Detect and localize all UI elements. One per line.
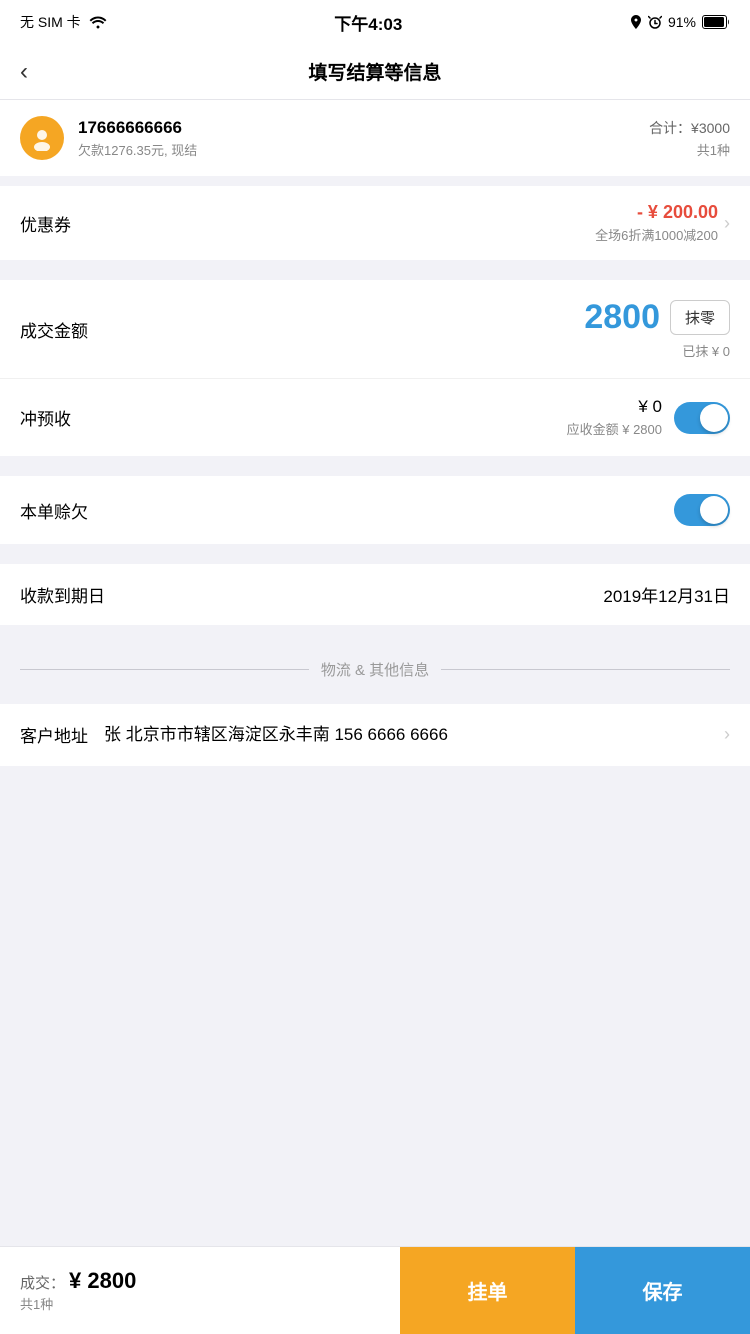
separator-1 <box>0 270 750 280</box>
content-area: 17666666666 欠款1276.35元, 现结 合计：¥3000 共1种 … <box>0 100 750 1016</box>
logistics-divider: 物流 & 其他信息 <box>0 645 750 694</box>
back-button[interactable]: ‹ <box>20 58 28 86</box>
total-count: 共1种 <box>649 140 730 159</box>
bottom-deal-amount: ¥ 2800 <box>69 1268 136 1294</box>
trans-amount-value: 2800 <box>584 298 660 337</box>
divider-line-left <box>20 669 309 670</box>
page-title: 填写结算等信息 <box>308 58 441 85</box>
bottom-count: 共1种 <box>20 1294 380 1313</box>
location-icon <box>630 15 642 29</box>
date-section: 收款到期日 2019年12月31日 <box>0 564 750 625</box>
save-button[interactable]: 保存 <box>575 1247 750 1334</box>
due-date-row: 收款到期日 2019年12月31日 <box>0 564 750 625</box>
divider-line-right <box>441 669 730 670</box>
coupon-label: 优惠券 <box>20 211 71 236</box>
trans-amount-label: 成交金额 <box>20 317 88 342</box>
debt-label: 本单赊欠 <box>20 498 88 523</box>
separator-4 <box>0 635 750 645</box>
separator-5 <box>0 694 750 704</box>
due-date-label: 收款到期日 <box>20 582 105 607</box>
trans-amount-row: 成交金额 2800 抹零 已抹 ¥ 0 <box>0 280 750 378</box>
avatar <box>20 116 64 160</box>
separator-2 <box>0 466 750 476</box>
alarm-icon <box>648 15 662 29</box>
logistics-divider-text: 物流 & 其他信息 <box>309 659 441 680</box>
trans-amount-sub: 已抹 ¥ 0 <box>584 341 730 360</box>
coupon-discount: - ¥ 200.00 <box>637 202 718 223</box>
status-bar: 无 SIM 卡 下午4:03 91% <box>0 0 750 44</box>
amount-section: 成交金额 2800 抹零 已抹 ¥ 0 冲预收 ¥ 0 应收金额 ¥ 2800 <box>0 280 750 456</box>
pre-collect-label: 冲预收 <box>20 405 71 430</box>
customer-sub-info: 欠款1276.35元, 现结 <box>78 140 197 159</box>
address-row[interactable]: 客户地址 张 北京市市辖区海淀区永丰南 156 6666 6666 › <box>0 704 750 766</box>
address-section: 客户地址 张 北京市市辖区海淀区永丰南 156 6666 6666 › <box>0 704 750 766</box>
bottom-deal-label: 成交： <box>20 1272 65 1293</box>
pre-collect-sub: 应收金额 ¥ 2800 <box>567 419 662 438</box>
bottom-summary: 成交： ¥ 2800 共1种 <box>0 1268 400 1313</box>
customer-phone: 17666666666 <box>78 118 197 138</box>
pre-collect-toggle[interactable] <box>674 402 730 434</box>
bottom-spacer <box>0 776 750 916</box>
coupon-chevron-icon: › <box>724 213 730 234</box>
coupon-desc: 全场6折满1000减200 <box>595 225 718 244</box>
address-label: 客户地址 <box>20 722 88 747</box>
bottom-buttons: 挂单 保存 <box>400 1247 750 1334</box>
coupon-row[interactable]: 优惠券 - ¥ 200.00 全场6折满1000减200 › <box>0 186 750 260</box>
battery-percent: 91% <box>668 14 696 30</box>
address-chevron-icon: › <box>724 724 730 745</box>
pre-collect-amount: ¥ 0 <box>567 397 662 417</box>
debt-toggle-knob <box>700 496 728 524</box>
debt-toggle[interactable] <box>674 494 730 526</box>
debt-row: 本单赊欠 <box>0 476 750 544</box>
status-right: 91% <box>630 14 730 30</box>
no-sim-label: 无 SIM 卡 <box>20 12 81 32</box>
bottom-bar: 成交： ¥ 2800 共1种 挂单 保存 <box>0 1246 750 1334</box>
pre-collect-row: 冲预收 ¥ 0 应收金额 ¥ 2800 <box>0 378 750 456</box>
hold-button[interactable]: 挂单 <box>400 1247 575 1334</box>
address-value: 张 北京市市辖区海淀区永丰南 156 6666 6666 <box>104 722 724 748</box>
nav-bar: ‹ 填写结算等信息 <box>0 44 750 100</box>
separator-3 <box>0 554 750 564</box>
customer-row: 17666666666 欠款1276.35元, 现结 合计：¥3000 共1种 <box>0 100 750 176</box>
total-label: 合计：¥3000 <box>649 118 730 138</box>
round-button[interactable]: 抹零 <box>670 300 730 335</box>
wifi-icon <box>89 15 107 29</box>
toggle-knob <box>700 404 728 432</box>
debt-section: 本单赊欠 <box>0 476 750 544</box>
status-time: 下午4:03 <box>334 10 402 35</box>
due-date-value: 2019年12月31日 <box>603 582 730 607</box>
battery-icon <box>702 15 730 29</box>
status-left: 无 SIM 卡 <box>20 12 107 32</box>
